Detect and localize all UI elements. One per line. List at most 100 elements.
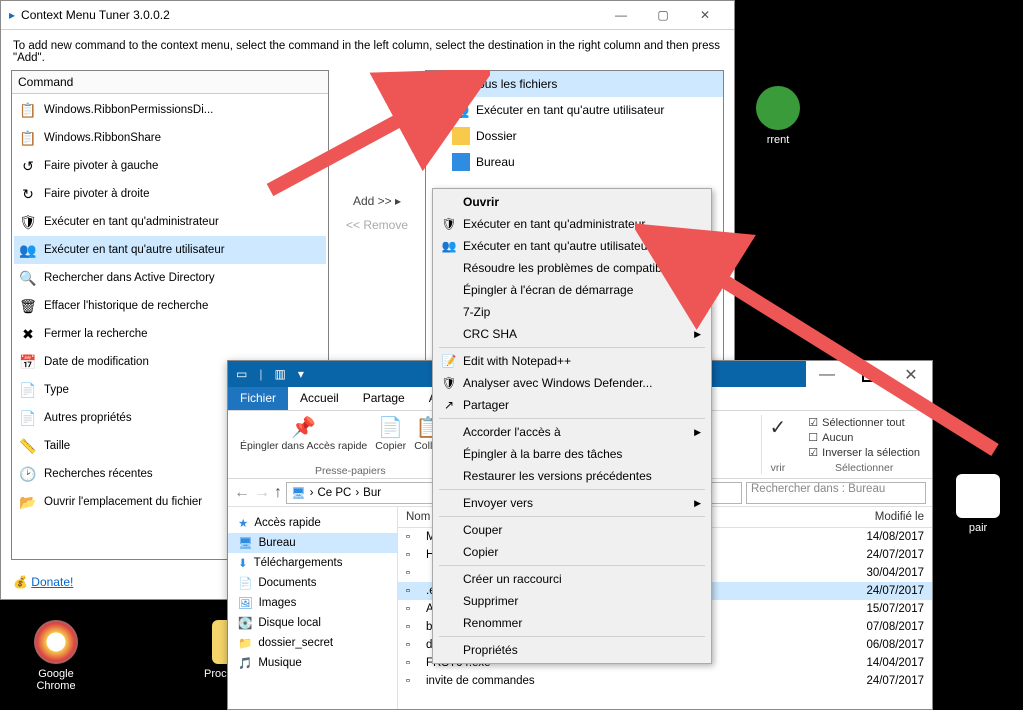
cmd-label: Faire pivoter à gauche xyxy=(44,160,158,172)
menu-item[interactable]: CRC SHA▶ xyxy=(435,323,709,345)
cmd-icon: ✖ xyxy=(18,324,38,344)
menu-item[interactable]: 🛡Analyser avec Windows Defender... xyxy=(435,372,709,394)
file-icon: ▫ xyxy=(406,585,426,597)
copy-button[interactable]: 📄 Copier xyxy=(375,415,406,465)
donate-link[interactable]: 💰 Donate! xyxy=(13,575,73,589)
menu-item[interactable]: 7-Zip▶ xyxy=(435,301,709,323)
nav-item[interactable]: ⬇Téléchargements xyxy=(228,553,397,573)
maximize-button[interactable]: ▢ xyxy=(642,1,684,29)
selectnone-icon: ☐ xyxy=(808,431,818,444)
menu-item[interactable]: Créer un raccourci xyxy=(435,568,709,590)
menu-item[interactable]: ↗Partager xyxy=(435,394,709,416)
menu-item[interactable]: Épingler à la barre des tâches xyxy=(435,443,709,465)
command-item[interactable]: 🔍Rechercher dans Active Directory xyxy=(14,264,326,292)
forward-button[interactable]: → xyxy=(254,484,270,502)
crumb[interactable]: Ce PC xyxy=(317,487,351,499)
select-all-button[interactable]: ☑Sélectionner tout xyxy=(808,415,904,430)
command-item[interactable]: ✖Fermer la recherche xyxy=(14,320,326,348)
tab-home[interactable]: Accueil xyxy=(288,387,351,410)
folder-icon: ▭ xyxy=(236,367,247,381)
tree-child[interactable]: 👥 Exécuter en tant qu'autre utilisateur xyxy=(426,97,723,123)
command-item[interactable]: ↺Faire pivoter à gauche xyxy=(14,152,326,180)
tree-root[interactable]: ⌄ 📄 Tous les fichiers xyxy=(426,71,723,97)
qa-icon[interactable]: ▥ xyxy=(274,367,285,381)
nav-item[interactable]: 📄Documents xyxy=(228,573,397,593)
search-input[interactable]: Rechercher dans : Bureau xyxy=(746,482,926,504)
desktop-icon-utorrent[interactable]: rrent xyxy=(740,86,816,146)
file-date: 07/08/2017 xyxy=(814,621,924,633)
pin-button[interactable]: 📌 Épingler dans Accès rapide xyxy=(240,415,367,465)
close-button[interactable]: ✕ xyxy=(890,361,932,389)
menu-item[interactable]: Propriétés xyxy=(435,639,709,661)
nav-item[interactable]: 🖼Images xyxy=(228,593,397,613)
tab-share[interactable]: Partage xyxy=(351,387,417,410)
menu-item[interactable]: 🛡Exécuter en tant qu'administrateur xyxy=(435,213,709,235)
menu-label: Analyser avec Windows Defender... xyxy=(463,376,652,390)
menu-item[interactable]: 👥Exécuter en tant qu'autre utilisateur xyxy=(435,235,709,257)
tab-file[interactable]: Fichier xyxy=(228,387,288,410)
submenu-arrow-icon: ▶ xyxy=(694,307,701,318)
menu-label: Renommer xyxy=(463,616,522,630)
select-none-button[interactable]: ☐Aucun xyxy=(808,430,853,445)
file-date: 14/08/2017 xyxy=(814,531,924,543)
maximize-button[interactable] xyxy=(862,368,876,382)
command-item[interactable]: 📋Windows.RibbonShare xyxy=(14,124,326,152)
qa-icon[interactable]: ▾ xyxy=(298,367,304,381)
menu-item[interactable]: Copier xyxy=(435,541,709,563)
minimize-button[interactable]: — xyxy=(806,361,848,389)
command-item[interactable]: 🗑Effacer l'historique de recherche xyxy=(14,292,326,320)
tree-child[interactable]: Bureau xyxy=(426,149,723,175)
desktop-icon-pair[interactable]: pair xyxy=(940,474,1016,534)
file-icon: ▫ xyxy=(406,531,426,543)
submenu-arrow-icon: ▶ xyxy=(694,427,701,438)
menu-item[interactable]: Restaurer les versions précédentes xyxy=(435,465,709,487)
menu-item[interactable]: Résoudre les problèmes de compatibilité xyxy=(435,257,709,279)
nav-pane[interactable]: ★Accès rapide🖥Bureau⬇Téléchargements📄Doc… xyxy=(228,507,398,709)
context-menu[interactable]: Ouvrir🛡Exécuter en tant qu'administrateu… xyxy=(432,188,712,664)
command-item[interactable]: 📋Windows.RibbonPermissionsDi... xyxy=(14,96,326,124)
menu-item[interactable]: Renommer xyxy=(435,612,709,634)
menu-label: Copier xyxy=(463,545,498,559)
selectinv-icon: ☑ xyxy=(808,446,818,459)
add-button[interactable]: Add >> ▸ xyxy=(353,194,401,208)
tuner-titlebar[interactable]: ▸ Context Menu Tuner 3.0.0.2 — ▢ ✕ xyxy=(1,1,734,30)
cmd-icon: 📅 xyxy=(18,352,38,372)
nav-item[interactable]: 📁dossier_secret xyxy=(228,633,397,653)
menu-item[interactable]: Supprimer xyxy=(435,590,709,612)
file-date: 30/04/2017 xyxy=(814,567,924,579)
file-row[interactable]: ▫invite de commandes24/07/2017 xyxy=(398,672,932,690)
cmd-icon: 🕑 xyxy=(18,464,38,484)
tree-child[interactable]: Dossier xyxy=(426,123,723,149)
menu-label: Envoyer vers xyxy=(463,496,533,510)
menu-item[interactable]: Ouvrir xyxy=(435,191,709,213)
nav-item[interactable]: 🖥Bureau xyxy=(228,533,397,553)
file-icon: ▫ xyxy=(406,549,426,561)
nav-item[interactable]: 🎵Musique xyxy=(228,653,397,673)
menu-item[interactable]: Accorder l'accès à▶ xyxy=(435,421,709,443)
menu-item[interactable]: Épingler à l'écran de démarrage xyxy=(435,279,709,301)
minimize-button[interactable]: — xyxy=(600,1,642,29)
copy-label: Copier xyxy=(375,440,406,452)
open-icon[interactable]: ✓ xyxy=(770,415,787,440)
desktop-icon-chrome[interactable]: Google Chrome xyxy=(18,620,94,692)
cmd-label: Exécuter en tant qu'administrateur xyxy=(44,216,219,228)
crumb[interactable]: Bur xyxy=(363,487,381,499)
nav-item[interactable]: ★Accès rapide xyxy=(228,513,397,533)
group-label: Presse-papiers xyxy=(315,465,386,477)
command-item[interactable]: ↻Faire pivoter à droite xyxy=(14,180,326,208)
select-invert-button[interactable]: ☑Inverser la sélection xyxy=(808,445,920,460)
cmd-label: Faire pivoter à droite xyxy=(44,188,149,200)
up-button[interactable]: ↑ xyxy=(274,484,282,502)
menu-item[interactable]: Couper xyxy=(435,519,709,541)
cmd-label: Autres propriétés xyxy=(44,412,132,424)
menu-item[interactable]: Envoyer vers▶ xyxy=(435,492,709,514)
nav-item[interactable]: 💽Disque local xyxy=(228,613,397,633)
back-button[interactable]: ← xyxy=(234,484,250,502)
icon-label: pair xyxy=(969,522,987,534)
help-icon[interactable]: ⓘ xyxy=(900,387,932,410)
col-modified[interactable]: Modifié le xyxy=(814,511,924,523)
close-button[interactable]: ✕ xyxy=(684,1,726,29)
menu-item[interactable]: 📝Edit with Notepad++ xyxy=(435,350,709,372)
command-item[interactable]: 👥Exécuter en tant qu'autre utilisateur xyxy=(14,236,326,264)
command-item[interactable]: 🛡Exécuter en tant qu'administrateur xyxy=(14,208,326,236)
